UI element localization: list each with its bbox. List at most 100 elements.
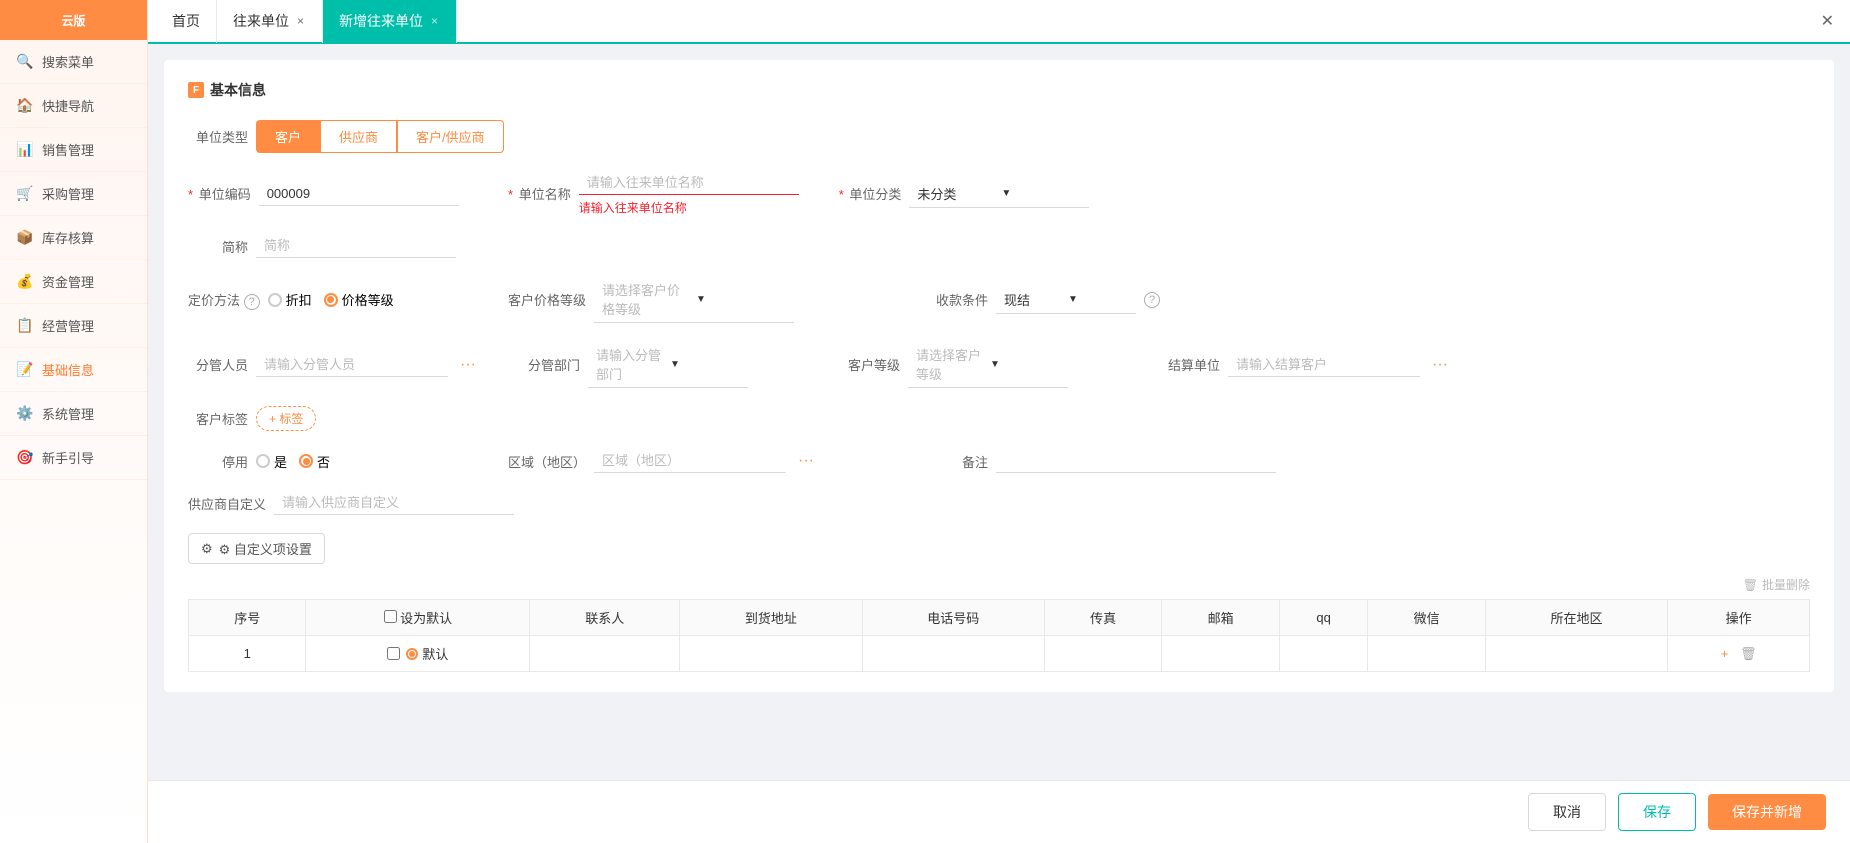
payment-terms-label: 收款条件 bbox=[928, 290, 988, 309]
batch-delete-button[interactable]: 🗑 批量删除 bbox=[1743, 576, 1810, 593]
main-area: 首页 往来单位 × 新增往来单位 × ✕ F 基本信息 单位类型 客户 bbox=[148, 0, 1850, 843]
region-dots-btn[interactable]: ··· bbox=[794, 452, 818, 470]
row-default-radio[interactable]: 默认 bbox=[406, 644, 448, 663]
cell-default: 默认 bbox=[306, 636, 530, 672]
basic-info-card: F 基本信息 单位类型 客户 供应商 客户/供应商 * bbox=[164, 60, 1834, 692]
sidebar-item-label: 快捷导航 bbox=[42, 96, 94, 115]
disabled-yes[interactable]: 是 bbox=[256, 452, 287, 471]
window-close-button[interactable]: ✕ bbox=[1813, 7, 1842, 35]
sidebar-item-quicknav[interactable]: 🏠 快捷导航 bbox=[0, 84, 147, 128]
unit-category-select[interactable]: 未分类 ▼ bbox=[909, 180, 1089, 208]
unit-name-input[interactable] bbox=[579, 171, 799, 195]
disabled-no[interactable]: 否 bbox=[299, 452, 330, 471]
pricing-discount[interactable]: 折扣 bbox=[268, 290, 312, 309]
custom-settings-button[interactable]: ⚙ ⚙ 自定义项设置 bbox=[188, 533, 325, 564]
custom-settings-area: ⚙ ⚙ 自定义项设置 bbox=[188, 533, 1810, 564]
cart-icon: 🛒 bbox=[16, 185, 34, 203]
price-level-chevron: ▼ bbox=[696, 294, 786, 305]
department-select[interactable]: 请输入分管部门 ▼ bbox=[588, 341, 748, 388]
cell-contact bbox=[530, 636, 680, 672]
trash-icon: 🗑 bbox=[1743, 578, 1758, 592]
search-icon: 🔍 bbox=[16, 53, 34, 71]
settlement-unit-input[interactable] bbox=[1228, 353, 1420, 377]
tab-new-unit[interactable]: 新增往来单位 × bbox=[323, 0, 457, 43]
gear-settings-icon: ⚙ bbox=[201, 541, 213, 557]
region-input[interactable] bbox=[594, 449, 786, 473]
btn-supplier[interactable]: 供应商 bbox=[320, 120, 397, 153]
sidebar-item-operation[interactable]: 📋 经营管理 bbox=[0, 304, 147, 348]
pricing-level[interactable]: 价格等级 bbox=[324, 290, 394, 309]
table-header-actions: 🗑 批量删除 bbox=[188, 576, 1810, 593]
btn-both[interactable]: 客户/供应商 bbox=[397, 120, 504, 153]
sidebar-item-inventory[interactable]: 📦 库存核算 bbox=[0, 216, 147, 260]
customer-price-level-select[interactable]: 请选择客户价格等级 ▼ bbox=[594, 276, 794, 323]
sidebar-item-system[interactable]: ⚙️ 系统管理 bbox=[0, 392, 147, 436]
manager-row: 分管人员 ··· 分管部门 请输入分管部门 ▼ 客户等级 请选择客户等级 ▼ bbox=[188, 341, 1810, 388]
add-tag-label: + 标签 bbox=[269, 410, 303, 427]
sidebar-item-label: 采购管理 bbox=[42, 184, 94, 203]
tab-units[interactable]: 往来单位 × bbox=[217, 0, 323, 43]
radio-yes-circle bbox=[256, 454, 270, 468]
col-address: 到货地址 bbox=[680, 600, 862, 636]
supplier-custom-input[interactable] bbox=[274, 491, 514, 515]
row-checkbox[interactable] bbox=[387, 647, 400, 660]
money-icon: 💰 bbox=[16, 273, 34, 291]
manager-dots-btn[interactable]: ··· bbox=[456, 356, 480, 374]
manager-input[interactable] bbox=[256, 353, 448, 377]
category-chevron: ▼ bbox=[1001, 188, 1081, 199]
save-button[interactable]: 保存 bbox=[1618, 793, 1696, 831]
cell-index: 1 bbox=[189, 636, 306, 672]
col-wechat: 微信 bbox=[1368, 600, 1485, 636]
disabled-row: 停用 是 否 区 bbox=[188, 449, 1810, 473]
payment-terms-select[interactable]: 现结 ▼ bbox=[996, 286, 1136, 314]
sidebar-item-sales[interactable]: 📊 销售管理 bbox=[0, 128, 147, 172]
cancel-button[interactable]: 取消 bbox=[1528, 793, 1606, 831]
btn-customer[interactable]: 客户 bbox=[256, 120, 320, 153]
settlement-dots-btn[interactable]: ··· bbox=[1428, 356, 1452, 374]
sidebar-item-label: 搜索菜单 bbox=[42, 52, 94, 71]
tab-home[interactable]: 首页 bbox=[156, 0, 217, 43]
tab-bar: 首页 往来单位 × 新增往来单位 × ✕ bbox=[148, 0, 1850, 44]
customer-level-label: 客户等级 bbox=[840, 355, 900, 374]
add-tag-button[interactable]: + 标签 bbox=[256, 406, 316, 431]
row-default-label: 默认 bbox=[422, 644, 448, 663]
pricing-help-icon[interactable]: ? bbox=[244, 294, 260, 310]
radio-no-circle bbox=[299, 454, 313, 468]
sidebar-item-basic[interactable]: 📝 基础信息 bbox=[0, 348, 147, 392]
save-and-new-button[interactable]: 保存并新增 bbox=[1708, 794, 1826, 830]
select-all-checkbox[interactable] bbox=[384, 610, 397, 623]
sidebar-item-guide[interactable]: 🎯 新手引导 bbox=[0, 436, 147, 480]
customer-price-level-field: 客户价格等级 请选择客户价格等级 ▼ bbox=[508, 276, 888, 323]
supplier-custom-label: 供应商自定义 bbox=[188, 494, 266, 513]
sidebar-item-label: 销售管理 bbox=[42, 140, 94, 159]
table-header-row: 序号 设为默认 联系人 到货地址 电话号码 传真 邮箱 qq 微信 所在地区 操… bbox=[189, 600, 1810, 636]
unit-code-input[interactable] bbox=[259, 182, 459, 206]
sidebar-item-finance[interactable]: 💰 资金管理 bbox=[0, 260, 147, 304]
box-icon: 📦 bbox=[16, 229, 34, 247]
unit-category-label: * 单位分类 bbox=[839, 184, 902, 203]
sidebar-item-search[interactable]: 🔍 搜索菜单 bbox=[0, 40, 147, 84]
target-icon: 🎯 bbox=[16, 449, 34, 467]
customer-level-select[interactable]: 请选择客户等级 ▼ bbox=[908, 341, 1068, 388]
customer-level-field: 客户等级 请选择客户等级 ▼ bbox=[840, 341, 1120, 388]
tab-units-close[interactable]: × bbox=[295, 14, 306, 28]
short-name-input[interactable] bbox=[256, 234, 456, 258]
payment-help-icon[interactable]: ? bbox=[1144, 292, 1160, 308]
row-radio-dot bbox=[409, 651, 415, 657]
unit-category-field: * 单位分类 未分类 ▼ bbox=[839, 180, 1119, 208]
sidebar-item-purchase[interactable]: 🛒 采购管理 bbox=[0, 172, 147, 216]
customer-tag-field: 客户标签 + 标签 bbox=[188, 406, 468, 431]
radio-no-label: 否 bbox=[317, 452, 330, 471]
gear-icon: ⚙️ bbox=[16, 405, 34, 423]
tab-new-unit-close[interactable]: × bbox=[429, 14, 440, 28]
customer-price-level-label: 客户价格等级 bbox=[508, 290, 586, 309]
row-add-btn[interactable]: + bbox=[1721, 646, 1729, 661]
unit-code-field: * 单位编码 bbox=[188, 182, 468, 206]
remark-field: 备注 bbox=[928, 449, 1308, 473]
row-delete-btn[interactable]: 🗑 bbox=[1740, 646, 1757, 661]
settlement-unit-label: 结算单位 bbox=[1160, 355, 1220, 374]
cust-level-chevron: ▼ bbox=[990, 359, 1060, 370]
remark-input[interactable] bbox=[996, 449, 1276, 473]
disabled-label: 停用 bbox=[188, 452, 248, 471]
tab-new-unit-label: 新增往来单位 bbox=[339, 11, 423, 31]
